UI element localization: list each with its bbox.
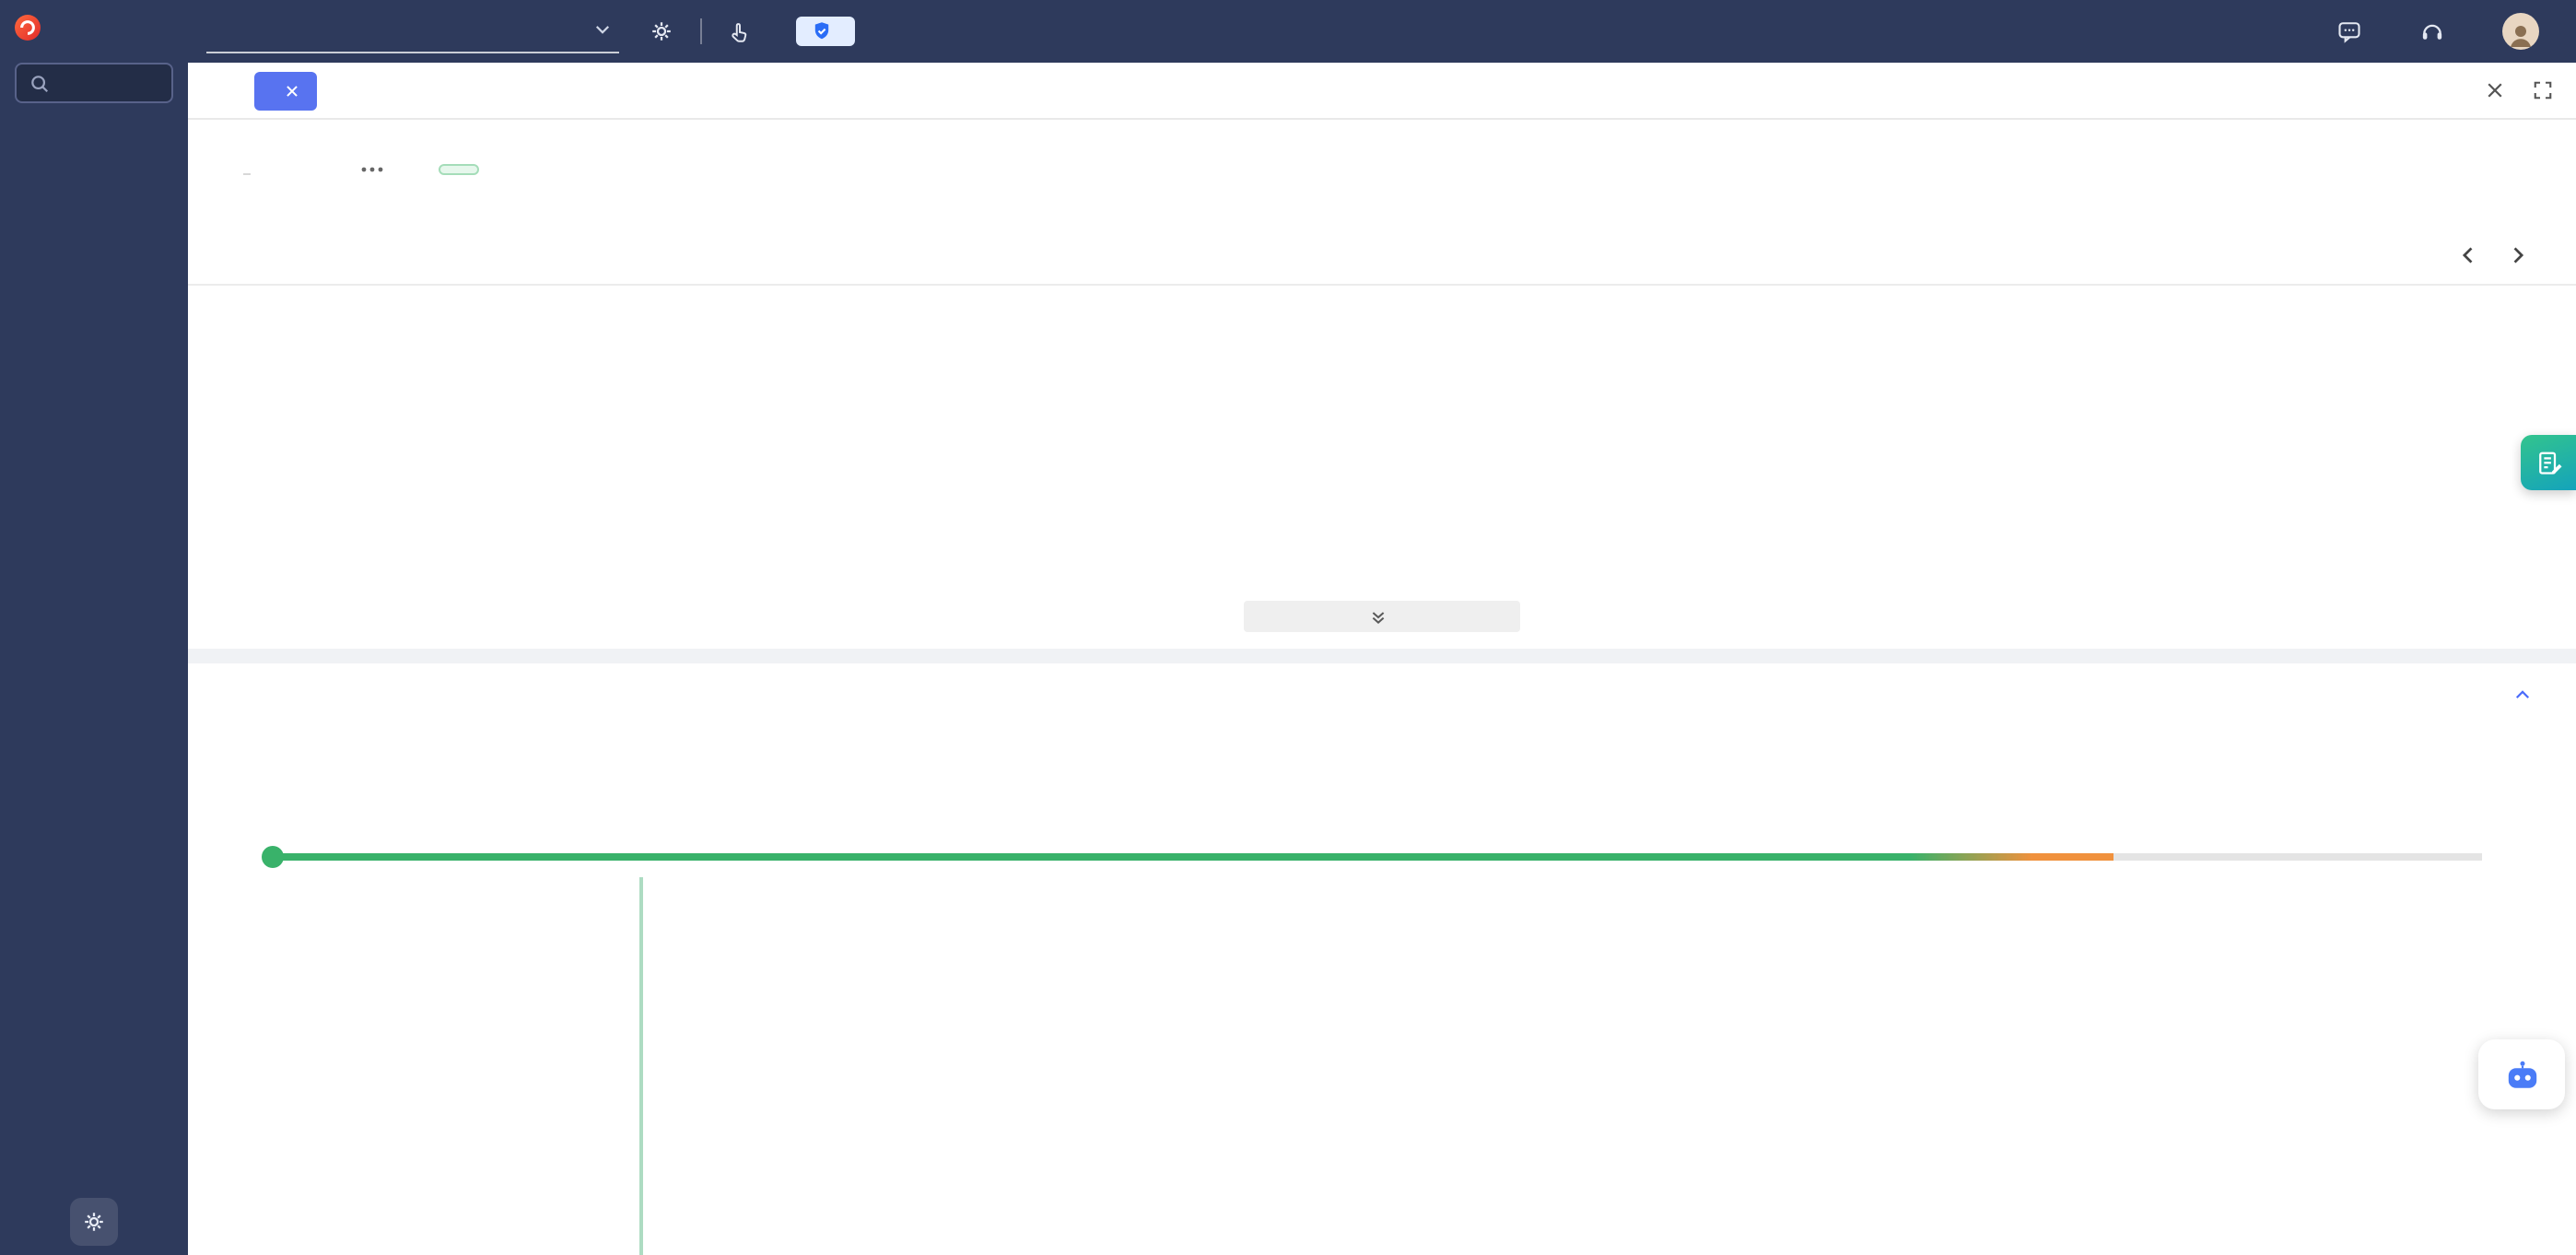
- support-button[interactable]: [2419, 18, 2454, 44]
- timeline-start-dot: [262, 846, 284, 868]
- tab-scroll-arrows: [2458, 225, 2528, 286]
- timeline-segment-done: [273, 853, 1745, 861]
- headset-icon: [2419, 18, 2445, 44]
- page-title: [243, 164, 251, 175]
- timeline-segment-future: [2113, 853, 2482, 861]
- tab-project-board[interactable]: [254, 71, 317, 110]
- message-bubble-icon: [2336, 18, 2362, 44]
- brand: [0, 0, 188, 42]
- project-header-row: [243, 140, 2521, 199]
- avatar: [2502, 13, 2539, 50]
- document-edit-icon: [2535, 449, 2562, 476]
- shield-check-icon: [811, 20, 833, 42]
- certified-badge: [796, 17, 855, 46]
- topbar-right: [2336, 13, 2550, 50]
- page-tabstrip: [188, 63, 2576, 118]
- more-actions-icon[interactable]: [357, 155, 387, 184]
- expand-more-button[interactable]: [1244, 601, 1520, 632]
- robot-icon: [2501, 1059, 2542, 1090]
- tabstrip-tools: [2484, 79, 2554, 101]
- topbar: [188, 0, 2576, 63]
- timeline-segment-active: [1745, 853, 2113, 861]
- status-badge: [439, 164, 479, 175]
- fullscreen-icon[interactable]: [2532, 79, 2554, 101]
- tab-close-icon[interactable]: [284, 82, 300, 99]
- messages-button[interactable]: [2336, 18, 2371, 44]
- project-progress-block: [188, 663, 2576, 1255]
- board-tabnav: [188, 225, 2576, 286]
- sidebar-settings-gear-icon[interactable]: [70, 1198, 118, 1246]
- demo-link[interactable]: [728, 19, 763, 43]
- chevron-down-icon: [593, 19, 612, 38]
- sidebar-search[interactable]: [15, 63, 173, 103]
- brand-logo-icon: [13, 13, 42, 42]
- brand-subtitle: [0, 42, 188, 46]
- hand-pointer-icon: [728, 19, 752, 43]
- project-header-block: [188, 118, 2576, 649]
- divider: [700, 18, 702, 44]
- search-icon: [29, 73, 50, 93]
- ai-assistant-button[interactable]: [2478, 1039, 2565, 1109]
- chevrons-down-icon: [1368, 607, 1387, 626]
- main-area: [188, 63, 2576, 1255]
- scroll-left-icon[interactable]: [2458, 245, 2478, 265]
- org-selector[interactable]: [206, 9, 619, 53]
- scroll-right-icon[interactable]: [2508, 245, 2528, 265]
- user-menu[interactable]: [2502, 13, 2550, 50]
- stage-documents: [188, 663, 2576, 1255]
- progress-timeline: [188, 663, 2576, 1255]
- app-window: [0, 0, 2576, 1255]
- board-export-float-button[interactable]: [2521, 435, 2576, 490]
- close-icon[interactable]: [2484, 79, 2506, 101]
- workspace-gear-icon[interactable]: [649, 18, 674, 44]
- stage-branch-line: [638, 877, 642, 1255]
- sidebar: [0, 0, 188, 1255]
